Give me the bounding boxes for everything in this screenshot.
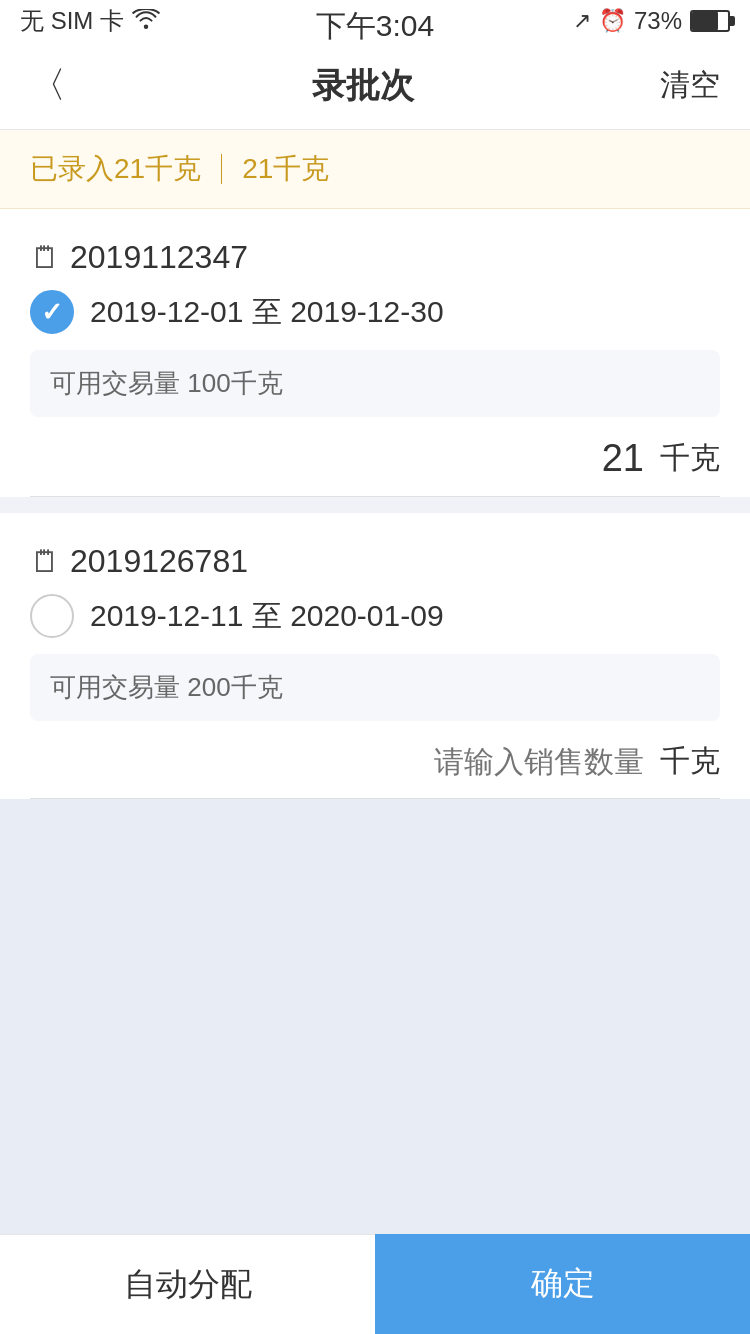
carrier-label: 无 SIM 卡 <box>20 5 124 37</box>
bottom-buttons: 自动分配 确定 <box>0 1234 750 1334</box>
auto-distribute-button[interactable]: 自动分配 <box>0 1234 375 1334</box>
batch-dates-2: 2019-12-11 至 2020-01-09 <box>90 596 444 637</box>
nav-bar: 〈 录批次 清空 <box>0 42 750 130</box>
batch-number-1: 2019112347 <box>70 239 248 276</box>
radio-button-1[interactable] <box>30 290 74 334</box>
status-bar: 无 SIM 卡 下午3:04 ↗ ⏰ 73% <box>0 0 750 42</box>
status-time: 下午3:04 <box>316 6 434 47</box>
batch-unit-2: 千克 <box>660 741 720 782</box>
batch-item-2: 🗒 2019126781 2019-12-11 至 2020-01-09 可用交… <box>0 513 750 721</box>
doc-icon-1: 🗒 <box>30 241 60 275</box>
batch-date-row-1: 2019-12-01 至 2019-12-30 <box>30 290 720 334</box>
battery-icon <box>690 10 730 32</box>
batch-unit-1: 千克 <box>660 438 720 479</box>
batch-header-1: 🗒 2019112347 <box>30 239 720 276</box>
recorded-amount: 已录入21千克 <box>30 150 201 188</box>
status-left: 无 SIM 卡 <box>20 5 160 37</box>
confirm-button[interactable]: 确定 <box>375 1234 750 1334</box>
location-icon: ↗ <box>573 8 591 34</box>
batch-item-1: 🗒 2019112347 2019-12-01 至 2019-12-30 可用交… <box>0 209 750 417</box>
back-button[interactable]: 〈 <box>30 61 66 110</box>
batch-availability-1: 可用交易量 100千克 <box>30 350 720 417</box>
quantity-input-2[interactable] <box>30 745 644 779</box>
batch-date-row-2: 2019-12-11 至 2020-01-09 <box>30 594 720 638</box>
batch-card-2: 🗒 2019126781 2019-12-11 至 2020-01-09 可用交… <box>0 513 750 799</box>
wifi-icon <box>132 7 160 35</box>
batch-value-1: 21 <box>602 437 644 480</box>
batch-card-1: 🗒 2019112347 2019-12-01 至 2019-12-30 可用交… <box>0 209 750 497</box>
batch-input-row-2[interactable]: 千克 <box>0 721 750 782</box>
alarm-icon: ⏰ <box>599 8 626 34</box>
doc-icon-2: 🗒 <box>30 545 60 579</box>
batch-input-row-1: 21 千克 <box>0 417 750 480</box>
clear-button[interactable]: 清空 <box>660 65 720 106</box>
section-divider <box>0 497 750 513</box>
total-amount: 21千克 <box>242 150 329 188</box>
content-area: 🗒 2019112347 2019-12-01 至 2019-12-30 可用交… <box>0 209 750 1334</box>
batch-number-2: 2019126781 <box>70 543 248 580</box>
summary-divider <box>221 154 222 184</box>
batch-availability-2: 可用交易量 200千克 <box>30 654 720 721</box>
page-title: 录批次 <box>312 63 414 109</box>
summary-banner: 已录入21千克 21千克 <box>0 130 750 209</box>
battery-label: 73% <box>634 7 682 35</box>
batch-dates-1: 2019-12-01 至 2019-12-30 <box>90 292 444 333</box>
status-right: ↗ ⏰ 73% <box>573 7 730 35</box>
batch-header-2: 🗒 2019126781 <box>30 543 720 580</box>
radio-button-2[interactable] <box>30 594 74 638</box>
